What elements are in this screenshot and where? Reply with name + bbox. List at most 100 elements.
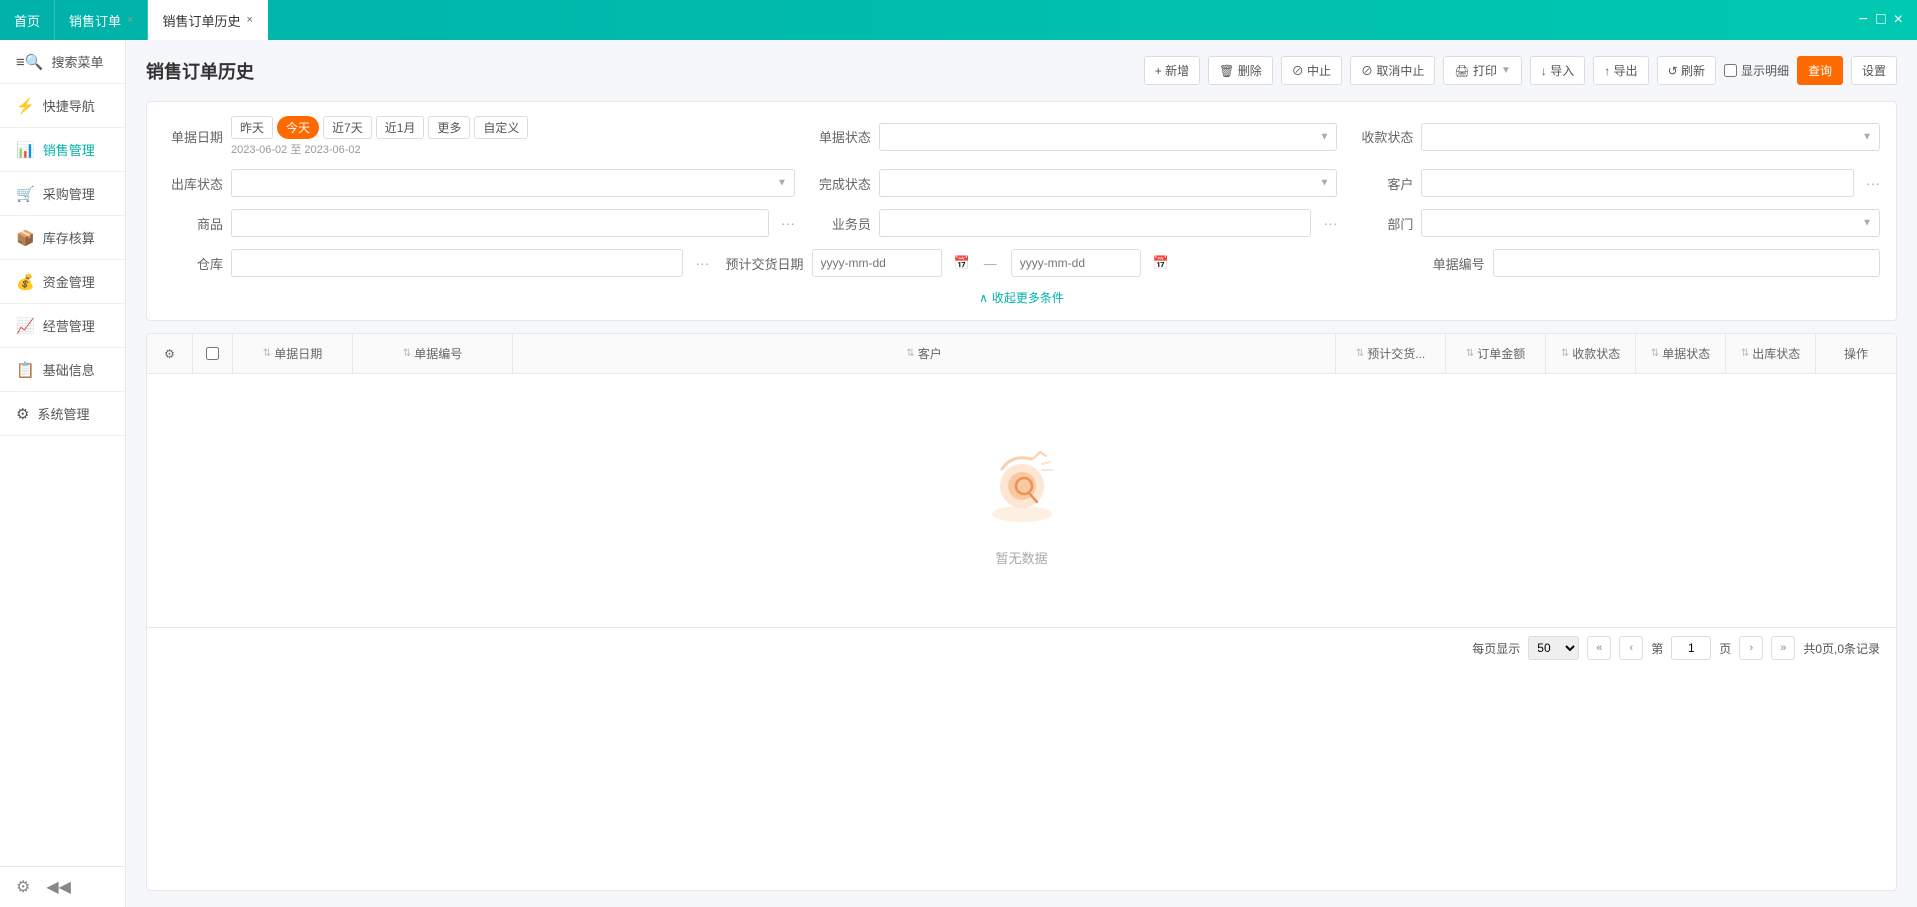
import-button[interactable]: ↓ 导入 xyxy=(1530,56,1585,85)
date-btn-custom[interactable]: 自定义 xyxy=(474,116,528,139)
window-controls: − □ × xyxy=(1859,11,1917,29)
date-btn-today[interactable]: 今天 xyxy=(277,116,319,139)
sales-mgmt-icon: 📊 xyxy=(16,141,35,159)
warehouse-ellipsis[interactable]: ··· xyxy=(695,255,709,271)
page-number-input[interactable] xyxy=(1671,636,1711,660)
tab-sales-order-history[interactable]: 销售订单历史 × xyxy=(148,0,267,40)
th-customer: ⇅ 客户 xyxy=(513,334,1336,373)
stop-button[interactable]: ⊘ 中止 xyxy=(1281,56,1342,85)
next-page-btn[interactable]: › xyxy=(1739,636,1763,660)
maximize-icon[interactable]: □ xyxy=(1876,11,1886,29)
sidebar-item-operations[interactable]: 📈 经营管理 xyxy=(0,304,125,348)
sidebar-collapse-icon[interactable]: ◀◀ xyxy=(46,877,71,897)
print-button[interactable]: 🖨 打印 ▼ xyxy=(1443,56,1521,85)
sidebar-item-basic-info[interactable]: 📋 基础信息 xyxy=(0,348,125,392)
out-status-select[interactable] xyxy=(231,169,795,197)
th-checkbox xyxy=(193,334,233,373)
export-button[interactable]: ↑ 导出 xyxy=(1593,56,1648,85)
tab-sales-order[interactable]: 销售订单 × xyxy=(55,0,148,40)
tab-sales-order-history-close[interactable]: × xyxy=(246,14,252,26)
warehouse-input[interactable] xyxy=(231,249,683,277)
per-page-select[interactable]: 10 20 50 100 xyxy=(1528,636,1579,660)
date-btn-yesterday[interactable]: 昨天 xyxy=(231,116,273,139)
th-orderstatus: ⇅ 单据状态 xyxy=(1636,334,1726,373)
date-range-display: 2023-06-02 至 2023-06-02 xyxy=(231,141,528,157)
goods-input[interactable] xyxy=(231,209,769,237)
cancel-stop-button[interactable]: ⊘ 取消中止 xyxy=(1350,56,1435,85)
page-label-prefix: 第 xyxy=(1651,640,1663,657)
th-sort-icon-receiptstatus[interactable]: ⇅ xyxy=(1561,348,1569,359)
th-sort-icon-orderno[interactable]: ⇅ xyxy=(403,348,411,359)
quick-nav-icon: ⚡ xyxy=(16,97,35,115)
date-btn-1month[interactable]: 近1月 xyxy=(376,116,425,139)
calendar-icon-1[interactable]: 📅 xyxy=(954,255,970,271)
sidebar-item-search-menu[interactable]: ≡🔍 搜索菜单 xyxy=(0,40,125,84)
receipt-status-select[interactable] xyxy=(1421,123,1880,151)
calendar-icon-2[interactable]: 📅 xyxy=(1153,255,1169,271)
main-content: 销售订单历史 + 新增 🗑 删除 ⊘ 中止 ⊘ 取消中止 🖨 打印 ▼ ↓ 导入… xyxy=(126,40,1917,907)
prev-page-btn[interactable]: ‹ xyxy=(1619,636,1643,660)
delivery-date-from[interactable] xyxy=(812,249,942,277)
sidebar-settings-icon[interactable]: ⚙ xyxy=(16,877,30,897)
customer-label: 客户 xyxy=(1353,174,1413,193)
receipt-status-wrapper: ▼ xyxy=(1421,123,1880,151)
department-label: 部门 xyxy=(1353,214,1413,233)
display-detail-checkbox[interactable] xyxy=(1724,64,1737,77)
empty-state: 暂无数据 xyxy=(147,374,1896,627)
settings-gear-icon[interactable]: ⚙ xyxy=(164,347,175,361)
salesman-ellipsis[interactable]: ··· xyxy=(1323,215,1337,231)
pagination-bar: 每页显示 10 20 50 100 « ‹ 第 页 › xyxy=(147,627,1896,668)
sidebar-item-purchase-mgmt[interactable]: 🛒 采购管理 xyxy=(0,172,125,216)
receipt-status-label: 收款状态 xyxy=(1353,127,1413,146)
order-status-wrapper: ▼ xyxy=(879,123,1338,151)
department-select[interactable] xyxy=(1421,209,1880,237)
close-icon[interactable]: × xyxy=(1894,11,1903,29)
display-detail-check[interactable]: 显示明细 xyxy=(1724,62,1789,79)
settings-button[interactable]: 设置 xyxy=(1851,56,1897,85)
capital-icon: 💰 xyxy=(16,273,35,291)
goods-ellipsis[interactable]: ··· xyxy=(781,215,795,231)
purchase-mgmt-icon: 🛒 xyxy=(16,185,35,203)
tab-home[interactable]: 首页 xyxy=(0,0,55,40)
date-btn-more[interactable]: 更多 xyxy=(428,116,470,139)
th-sort-icon-delivery[interactable]: ⇅ xyxy=(1356,348,1364,359)
minimize-icon[interactable]: − xyxy=(1859,11,1868,29)
sidebar-item-quick-nav[interactable]: ⚡ 快捷导航 xyxy=(0,84,125,128)
order-status-select[interactable] xyxy=(879,123,1338,151)
complete-status-select[interactable] xyxy=(879,169,1338,197)
empty-text: 暂无数据 xyxy=(995,548,1047,567)
th-sort-icon-outstatus[interactable]: ⇅ xyxy=(1741,348,1749,359)
select-all-checkbox[interactable] xyxy=(206,347,219,360)
th-settings[interactable]: ⚙ xyxy=(147,334,193,373)
th-delivery: ⇅ 预计交货... xyxy=(1336,334,1446,373)
inventory-icon: 📦 xyxy=(16,229,35,247)
order-no-input[interactable] xyxy=(1493,249,1880,277)
th-sort-icon-amount[interactable]: ⇅ xyxy=(1466,348,1474,359)
delivery-date-to[interactable] xyxy=(1011,249,1141,277)
customer-input[interactable] xyxy=(1421,169,1854,197)
customer-ellipsis[interactable]: ··· xyxy=(1866,175,1880,191)
sidebar-item-system[interactable]: ⚙ 系统管理 xyxy=(0,392,125,436)
th-sort-icon-orderstatus[interactable]: ⇅ xyxy=(1651,348,1659,359)
date-btn-7days[interactable]: 近7天 xyxy=(323,116,372,139)
collapse-row[interactable]: ∧ 收起更多条件 xyxy=(163,285,1880,306)
complete-status-wrapper: ▼ xyxy=(879,169,1338,197)
sidebar-item-capital[interactable]: 💰 资金管理 xyxy=(0,260,125,304)
th-sort-icon-date[interactable]: ⇅ xyxy=(263,348,271,359)
top-bar: 首页 销售订单 × 销售订单历史 × − □ × xyxy=(0,0,1917,40)
tab-sales-order-close[interactable]: × xyxy=(127,14,133,26)
th-amount: ⇅ 订单金额 xyxy=(1446,334,1546,373)
th-outstatus: ⇅ 出库状态 xyxy=(1726,334,1816,373)
refresh-button[interactable]: ↺ 刷新 xyxy=(1657,56,1716,85)
query-button[interactable]: 查询 xyxy=(1797,56,1843,85)
salesman-input[interactable] xyxy=(879,209,1312,237)
search-menu-icon: ≡🔍 xyxy=(16,53,43,71)
sidebar-item-inventory[interactable]: 📦 库存核算 xyxy=(0,216,125,260)
th-sort-icon-customer[interactable]: ⇅ xyxy=(906,348,914,359)
last-page-btn[interactable]: » xyxy=(1771,636,1795,660)
first-page-btn[interactable]: « xyxy=(1587,636,1611,660)
new-button[interactable]: + 新增 xyxy=(1144,56,1200,85)
sidebar-item-sales-mgmt[interactable]: 📊 销售管理 xyxy=(0,128,125,172)
delete-button[interactable]: 🗑 删除 xyxy=(1208,56,1273,85)
system-icon: ⚙ xyxy=(16,405,29,423)
